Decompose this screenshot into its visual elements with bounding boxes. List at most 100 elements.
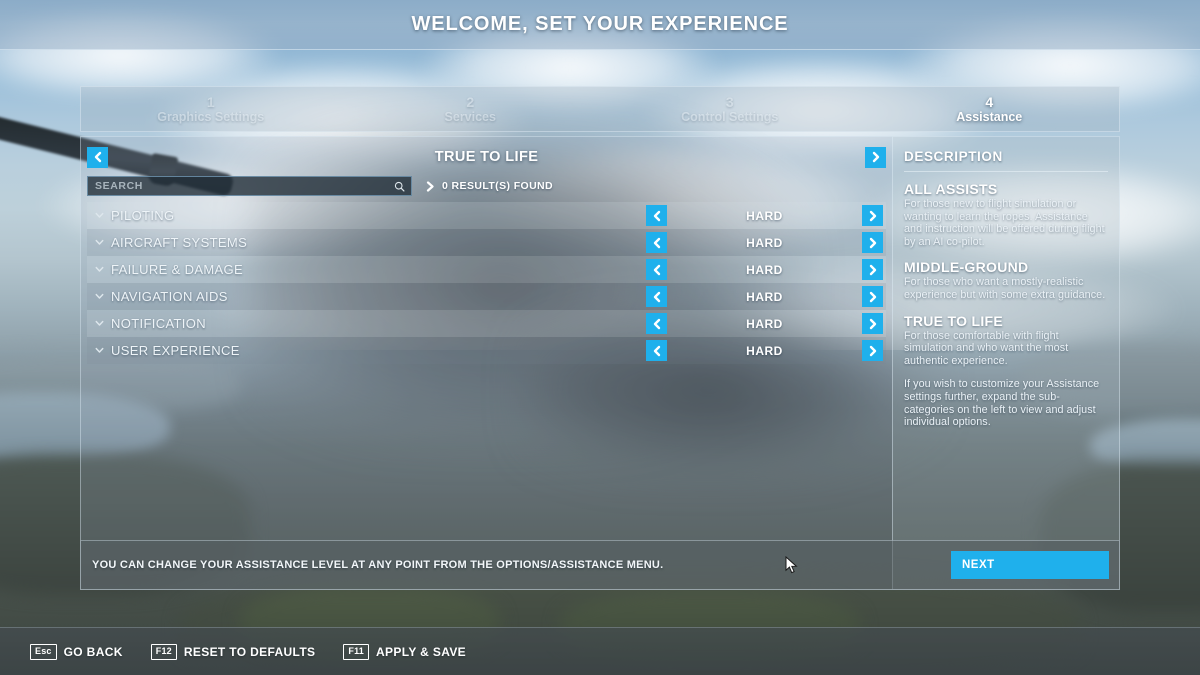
key-cap: F12 <box>150 643 177 660</box>
divider <box>904 171 1108 172</box>
setting-value-stepper: HARD <box>646 340 886 361</box>
value-prev-button[interactable] <box>646 340 667 361</box>
table-row[interactable]: PILOTING HARD <box>87 202 886 229</box>
chevron-down-icon[interactable] <box>87 293 111 300</box>
search-results-count: 0 RESULT(S) FOUND <box>442 180 554 192</box>
setting-value: HARD <box>746 343 783 358</box>
key-cap: Esc <box>30 643 57 660</box>
mouse-pointer-icon <box>785 555 799 580</box>
tab-number: 1 <box>206 93 215 110</box>
setting-value: HARD <box>746 289 783 304</box>
footer-key-hints: Esc GO BACK F12 RESET TO DEFAULTS F11 AP… <box>0 627 1200 675</box>
chevron-left-icon <box>94 151 101 163</box>
chevron-right-icon <box>869 237 876 248</box>
description-title: DESCRIPTION <box>904 149 1003 164</box>
tab-assistance[interactable]: 4 Assistance <box>860 87 1120 131</box>
chevron-right-icon <box>869 210 876 221</box>
value-next-button[interactable] <box>862 340 883 361</box>
chevron-right-icon <box>869 264 876 275</box>
wizard-step-tabs: 1 Graphics Settings 2 Services 3 Control… <box>80 86 1120 132</box>
value-next-button[interactable] <box>862 313 883 334</box>
value-prev-button[interactable] <box>646 259 667 280</box>
search-row: SEARCH 0 RESULT(S) FOUND <box>87 176 886 196</box>
tab-label: Assistance <box>956 109 1023 124</box>
key-label: APPLY & SAVE <box>376 644 467 659</box>
setting-value: HARD <box>746 316 783 331</box>
keyhint-reset-to-defaults[interactable]: F12 RESET TO DEFAULTS <box>150 643 316 660</box>
chevron-left-icon <box>653 291 660 302</box>
title-bar: WELCOME, SET YOUR EXPERIENCE <box>0 0 1200 50</box>
value-prev-button[interactable] <box>646 205 667 226</box>
table-row[interactable]: FAILURE & DAMAGE HARD <box>87 256 886 283</box>
wizard-body: TRUE TO LIFE SEARCH 0 RESULT(S) FOUND PI… <box>80 136 1120 590</box>
description-note: If you wish to customize your Assistance… <box>904 378 1100 429</box>
setting-value-stepper: HARD <box>646 205 886 226</box>
chevron-right-icon <box>426 180 435 192</box>
next-button-label: NEXT <box>962 559 995 571</box>
setting-category-label: PILOTING <box>111 208 175 223</box>
setting-value: HARD <box>746 262 783 277</box>
key-label: GO BACK <box>63 644 123 659</box>
description-heading: TRUE TO LIFE <box>904 312 1004 329</box>
value-prev-button[interactable] <box>646 232 667 253</box>
value-prev-button[interactable] <box>646 313 667 334</box>
setting-value: HARD <box>746 235 783 250</box>
setting-value-stepper: HARD <box>646 286 886 307</box>
setting-category-label: FAILURE & DAMAGE <box>111 262 244 277</box>
chevron-down-icon[interactable] <box>87 266 111 273</box>
value-next-button[interactable] <box>862 259 883 280</box>
preset-name: TRUE TO LIFE <box>434 149 539 165</box>
key-cap: F11 <box>343 643 370 660</box>
chevron-down-icon[interactable] <box>87 320 111 327</box>
chevron-right-icon <box>872 151 879 163</box>
settings-rows: PILOTING HARD AIRCRAFT SYSTEMS HARD FAIL… <box>87 202 886 364</box>
action-bar: YOU CAN CHANGE YOUR ASSISTANCE LEVEL AT … <box>80 540 1120 590</box>
chevron-left-icon <box>653 237 660 248</box>
search-icon <box>394 181 405 192</box>
tab-number: 3 <box>725 93 734 110</box>
table-row[interactable]: NOTIFICATION HARD <box>87 310 886 337</box>
table-row[interactable]: NAVIGATION AIDS HARD <box>87 283 886 310</box>
description-heading: MIDDLE-GROUND <box>904 259 1029 276</box>
value-next-button[interactable] <box>862 232 883 253</box>
chevron-right-icon <box>869 318 876 329</box>
setting-value-stepper: HARD <box>646 259 886 280</box>
table-row[interactable]: AIRCRAFT SYSTEMS HARD <box>87 229 886 256</box>
assistance-hint-text: YOU CAN CHANGE YOUR ASSISTANCE LEVEL AT … <box>92 559 664 571</box>
chevron-right-icon <box>869 291 876 302</box>
value-next-button[interactable] <box>862 286 883 307</box>
chevron-left-icon <box>653 264 660 275</box>
setting-value: HARD <box>746 208 783 223</box>
page-title: WELCOME, SET YOUR EXPERIENCE <box>411 13 789 35</box>
description-body: For those new to flight simulation or wa… <box>904 198 1105 248</box>
description-panel: DESCRIPTION ALL ASSISTS For those new to… <box>892 136 1120 590</box>
chevron-left-icon <box>653 318 660 329</box>
description-body: For those comfortable with flight simula… <box>904 329 1069 367</box>
value-next-button[interactable] <box>862 205 883 226</box>
setting-category-label: USER EXPERIENCE <box>111 343 240 358</box>
tab-number: 4 <box>985 93 994 110</box>
key-label: RESET TO DEFAULTS <box>183 644 316 659</box>
tab-label: Graphics Settings <box>157 109 265 124</box>
chevron-down-icon[interactable] <box>87 212 111 219</box>
tab-graphics-settings[interactable]: 1 Graphics Settings <box>81 87 341 131</box>
table-row[interactable]: USER EXPERIENCE HARD <box>87 337 886 364</box>
search-input[interactable]: SEARCH <box>87 176 412 196</box>
chevron-down-icon[interactable] <box>87 347 111 354</box>
chevron-down-icon[interactable] <box>87 239 111 246</box>
value-prev-button[interactable] <box>646 286 667 307</box>
keyhint-go-back[interactable]: Esc GO BACK <box>30 643 123 660</box>
settings-wizard: 1 Graphics Settings 2 Services 3 Control… <box>80 86 1120 590</box>
setting-category-label: NAVIGATION AIDS <box>111 289 228 304</box>
keyhint-apply-and-save[interactable]: F11 APPLY & SAVE <box>343 643 467 660</box>
description-body: For those who want a mostly-realistic ex… <box>904 276 1106 301</box>
tab-control-settings[interactable]: 3 Control Settings <box>600 87 860 131</box>
tab-number: 2 <box>466 93 475 110</box>
next-button[interactable]: NEXT <box>951 551 1109 579</box>
tab-services[interactable]: 2 Services <box>341 87 601 131</box>
tab-label: Control Settings <box>681 109 779 124</box>
preset-next-button[interactable] <box>865 146 886 168</box>
preset-prev-button[interactable] <box>87 146 108 168</box>
chevron-right-icon <box>869 345 876 356</box>
assistance-settings-panel: TRUE TO LIFE SEARCH 0 RESULT(S) FOUND PI… <box>80 136 892 590</box>
